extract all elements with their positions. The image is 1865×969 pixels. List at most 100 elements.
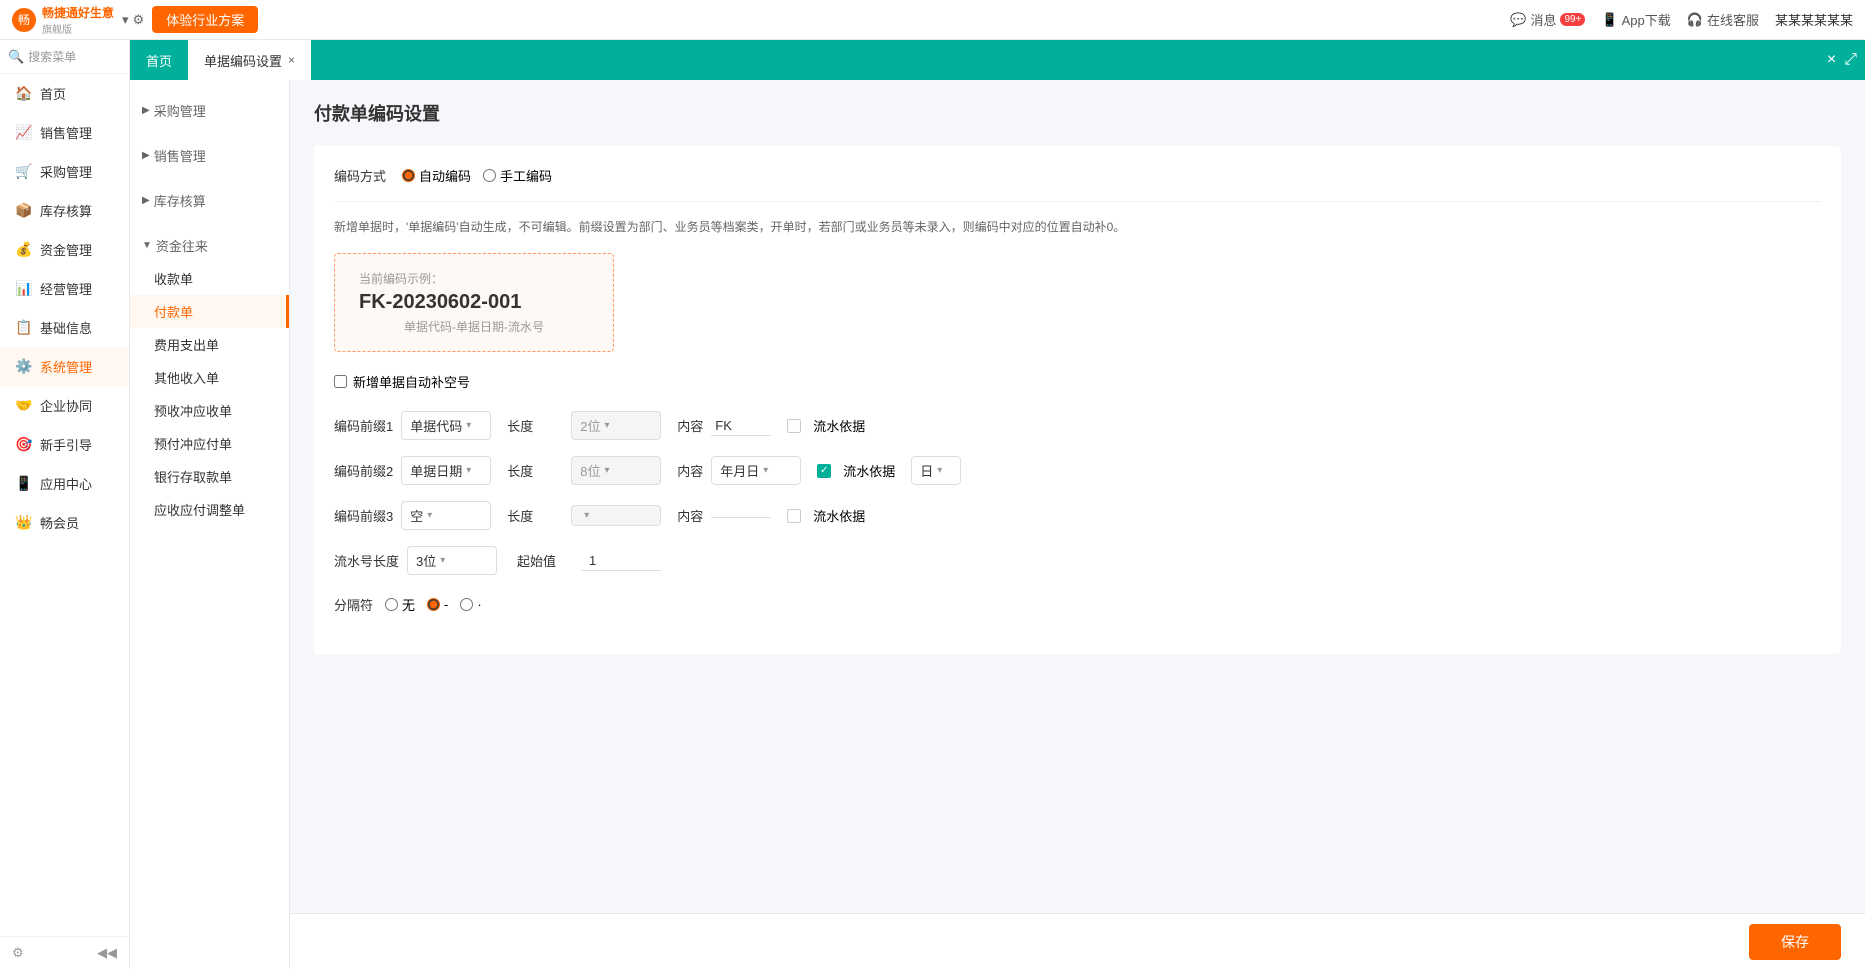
sub-menu-inventory-parent[interactable]: ▶ 库存核算 [130, 184, 289, 217]
sub-menu-child-bank-deposit[interactable]: 银行存取款单 [130, 460, 289, 493]
sidebar-item-system[interactable]: ⚙️ 系统管理 [0, 347, 129, 386]
tab-expand-icon[interactable]: × [1827, 51, 1836, 69]
start-value-field: 起始值 1 [517, 551, 661, 571]
nav-dropdown-arrow[interactable]: ▾ [122, 12, 129, 28]
brand: 畅 畅捷通好生意 旗舰版 [12, 4, 114, 36]
prefix2-arrow-icon: ▾ [466, 465, 471, 476]
prefix2-value: 单据日期 [410, 461, 462, 480]
left-sidebar: 🔍 搜索菜单 🏠 首页 📈 销售管理 🛒 采购管理 📦 库存核算 💰 [0, 40, 130, 969]
length3-label: 长度 [507, 506, 563, 525]
tab-close-icon[interactable]: × [288, 53, 295, 67]
user-info[interactable]: 某某某某某某 [1775, 10, 1853, 29]
auto-encode-option[interactable]: 自动编码 [402, 166, 471, 185]
manual-encode-option[interactable]: 手工编码 [483, 166, 552, 185]
sep-dot-option[interactable]: · [460, 597, 481, 612]
inventory-icon: 📦 [16, 203, 32, 219]
bottom-bar: 保存 [290, 913, 1865, 969]
sidebar-item-finance[interactable]: 💰 资金管理 [0, 230, 129, 269]
tab-settings[interactable]: 单据编码设置 × [188, 40, 311, 80]
length2-select[interactable]: 8位 ▾ [571, 456, 661, 485]
auto-encode-radio[interactable] [402, 169, 415, 182]
sidebar-item-inventory[interactable]: 📦 库存核算 [0, 191, 129, 230]
waterflow2-label: 流水依据 [843, 461, 895, 480]
sep-dash-radio[interactable] [427, 598, 440, 611]
sub-menu-child-adjust[interactable]: 应收应付调整单 [130, 493, 289, 526]
auto-fill-checkbox[interactable] [334, 375, 347, 388]
app-download[interactable]: 📱 App下载 [1601, 10, 1670, 29]
brand-icon: 畅 [12, 8, 36, 32]
sub-menu-capital-parent[interactable]: ▼ 资金往来 [130, 229, 289, 262]
sub-menu-sales-parent[interactable]: ▶ 销售管理 [130, 139, 289, 172]
waterflow3-checkbox[interactable] [787, 509, 801, 523]
code-preview-label: 当前编码示例： [359, 270, 589, 287]
message-badge: 99+ [1560, 13, 1585, 26]
prefix3-select[interactable]: 空 ▾ [401, 501, 491, 530]
waterflow2-checkbox[interactable]: ✓ [817, 464, 831, 478]
content2-value: 年月日 [720, 461, 759, 480]
sub-menu-purchase-parent[interactable]: ▶ 采购管理 [130, 94, 289, 127]
waterflow2-period-select[interactable]: 日 ▾ [911, 456, 961, 485]
sidebar-item-member[interactable]: 👑 畅会员 [0, 503, 129, 542]
prefix2-select[interactable]: 单据日期 ▾ [401, 456, 491, 485]
sidebar-item-operations[interactable]: 📊 经营管理 [0, 269, 129, 308]
chevron-right-icon3: ▶ [142, 195, 150, 206]
serial-length-value: 3位 [416, 551, 436, 570]
message-label: 消息 [1530, 10, 1556, 29]
settings-icon[interactable]: ⚙ [133, 12, 145, 28]
auto-fill-label: 新增单据自动补空号 [353, 372, 470, 391]
tab-shrink-icon[interactable]: ⤢ [1844, 51, 1857, 69]
brand-name: 畅捷通好生意 [42, 4, 114, 21]
sub-menu-child-other-income[interactable]: 其他收入单 [130, 361, 289, 394]
sep-dot-label: · [477, 597, 481, 612]
sub-menu-child-advance-recv[interactable]: 预收冲应收单 [130, 394, 289, 427]
length3-select[interactable]: ▾ [571, 505, 661, 526]
sidebar-item-home[interactable]: 🏠 首页 [0, 74, 129, 113]
experience-btn[interactable]: 体验行业方案 [152, 6, 258, 33]
period-arrow-icon: ▾ [937, 465, 942, 476]
prefix1-select[interactable]: 单据代码 ▾ [401, 411, 491, 440]
code-preview-box: 当前编码示例： FK-20230602-001 单据代码-单据日期-流水号 [334, 253, 614, 352]
footer-gear-icon[interactable]: ⚙ [12, 945, 24, 961]
sub-menu-child-payment[interactable]: 付款单 [130, 295, 289, 328]
sub-menu-sales-label: 销售管理 [154, 146, 206, 165]
prefix1-label: 编码前缀1 [334, 416, 393, 435]
sidebar-item-cooperation[interactable]: 🤝 企业协同 [0, 386, 129, 425]
sidebar-footer: ⚙ ◀◀ [0, 936, 129, 969]
sub-menu-child-expense[interactable]: 费用支出单 [130, 328, 289, 361]
content2-select[interactable]: 年月日 ▾ [711, 456, 801, 485]
encoding-radio-group: 自动编码 手工编码 [402, 166, 552, 185]
sub-menu-child-advance-pay[interactable]: 预付冲应付单 [130, 427, 289, 460]
sidebar-item-apps[interactable]: 📱 应用中心 [0, 464, 129, 503]
brand-sub: 旗舰版 [42, 21, 114, 36]
sep-dot-radio[interactable] [460, 598, 473, 611]
waterflow1-checkbox[interactable] [787, 419, 801, 433]
sidebar-search[interactable]: 🔍 搜索菜单 [0, 40, 129, 74]
tab-home[interactable]: 首页 [130, 40, 188, 80]
sidebar-item-cooperation-label: 企业协同 [40, 396, 92, 415]
member-icon: 👑 [16, 515, 32, 531]
sub-menu-inventory: ▶ 库存核算 [130, 178, 289, 223]
prefix3-value: 空 [410, 506, 423, 525]
length2-label: 长度 [507, 461, 563, 480]
sep-dash-option[interactable]: - [427, 597, 448, 612]
serial-length-select[interactable]: 3位 ▾ [407, 546, 497, 575]
sidebar-item-purchase-label: 采购管理 [40, 162, 92, 181]
manual-encode-radio[interactable] [483, 169, 496, 182]
length1-select[interactable]: 2位 ▾ [571, 411, 661, 440]
footer-collapse-icon[interactable]: ◀◀ [97, 945, 117, 961]
finance-icon: 💰 [16, 242, 32, 258]
sep-none-option[interactable]: 无 [385, 595, 415, 614]
sidebar-item-purchase[interactable]: 🛒 采购管理 [0, 152, 129, 191]
prefix3-arrow-icon: ▾ [427, 510, 432, 521]
save-button[interactable]: 保存 [1749, 924, 1841, 960]
content1-field: 内容 FK [677, 416, 771, 436]
sidebar-item-basic[interactable]: 📋 基础信息 [0, 308, 129, 347]
sidebar-item-sales[interactable]: 📈 销售管理 [0, 113, 129, 152]
sidebar-item-guide[interactable]: 🎯 新手引导 [0, 425, 129, 464]
sub-menu-child-receipt[interactable]: 收款单 [130, 262, 289, 295]
message-area[interactable]: 💬 消息 99+ [1510, 10, 1585, 29]
sidebar-item-operations-label: 经营管理 [40, 279, 92, 298]
code-preview-value: FK-20230602-001 [359, 291, 589, 314]
online-service[interactable]: 🎧 在线客服 [1687, 10, 1759, 29]
sep-none-radio[interactable] [385, 598, 398, 611]
